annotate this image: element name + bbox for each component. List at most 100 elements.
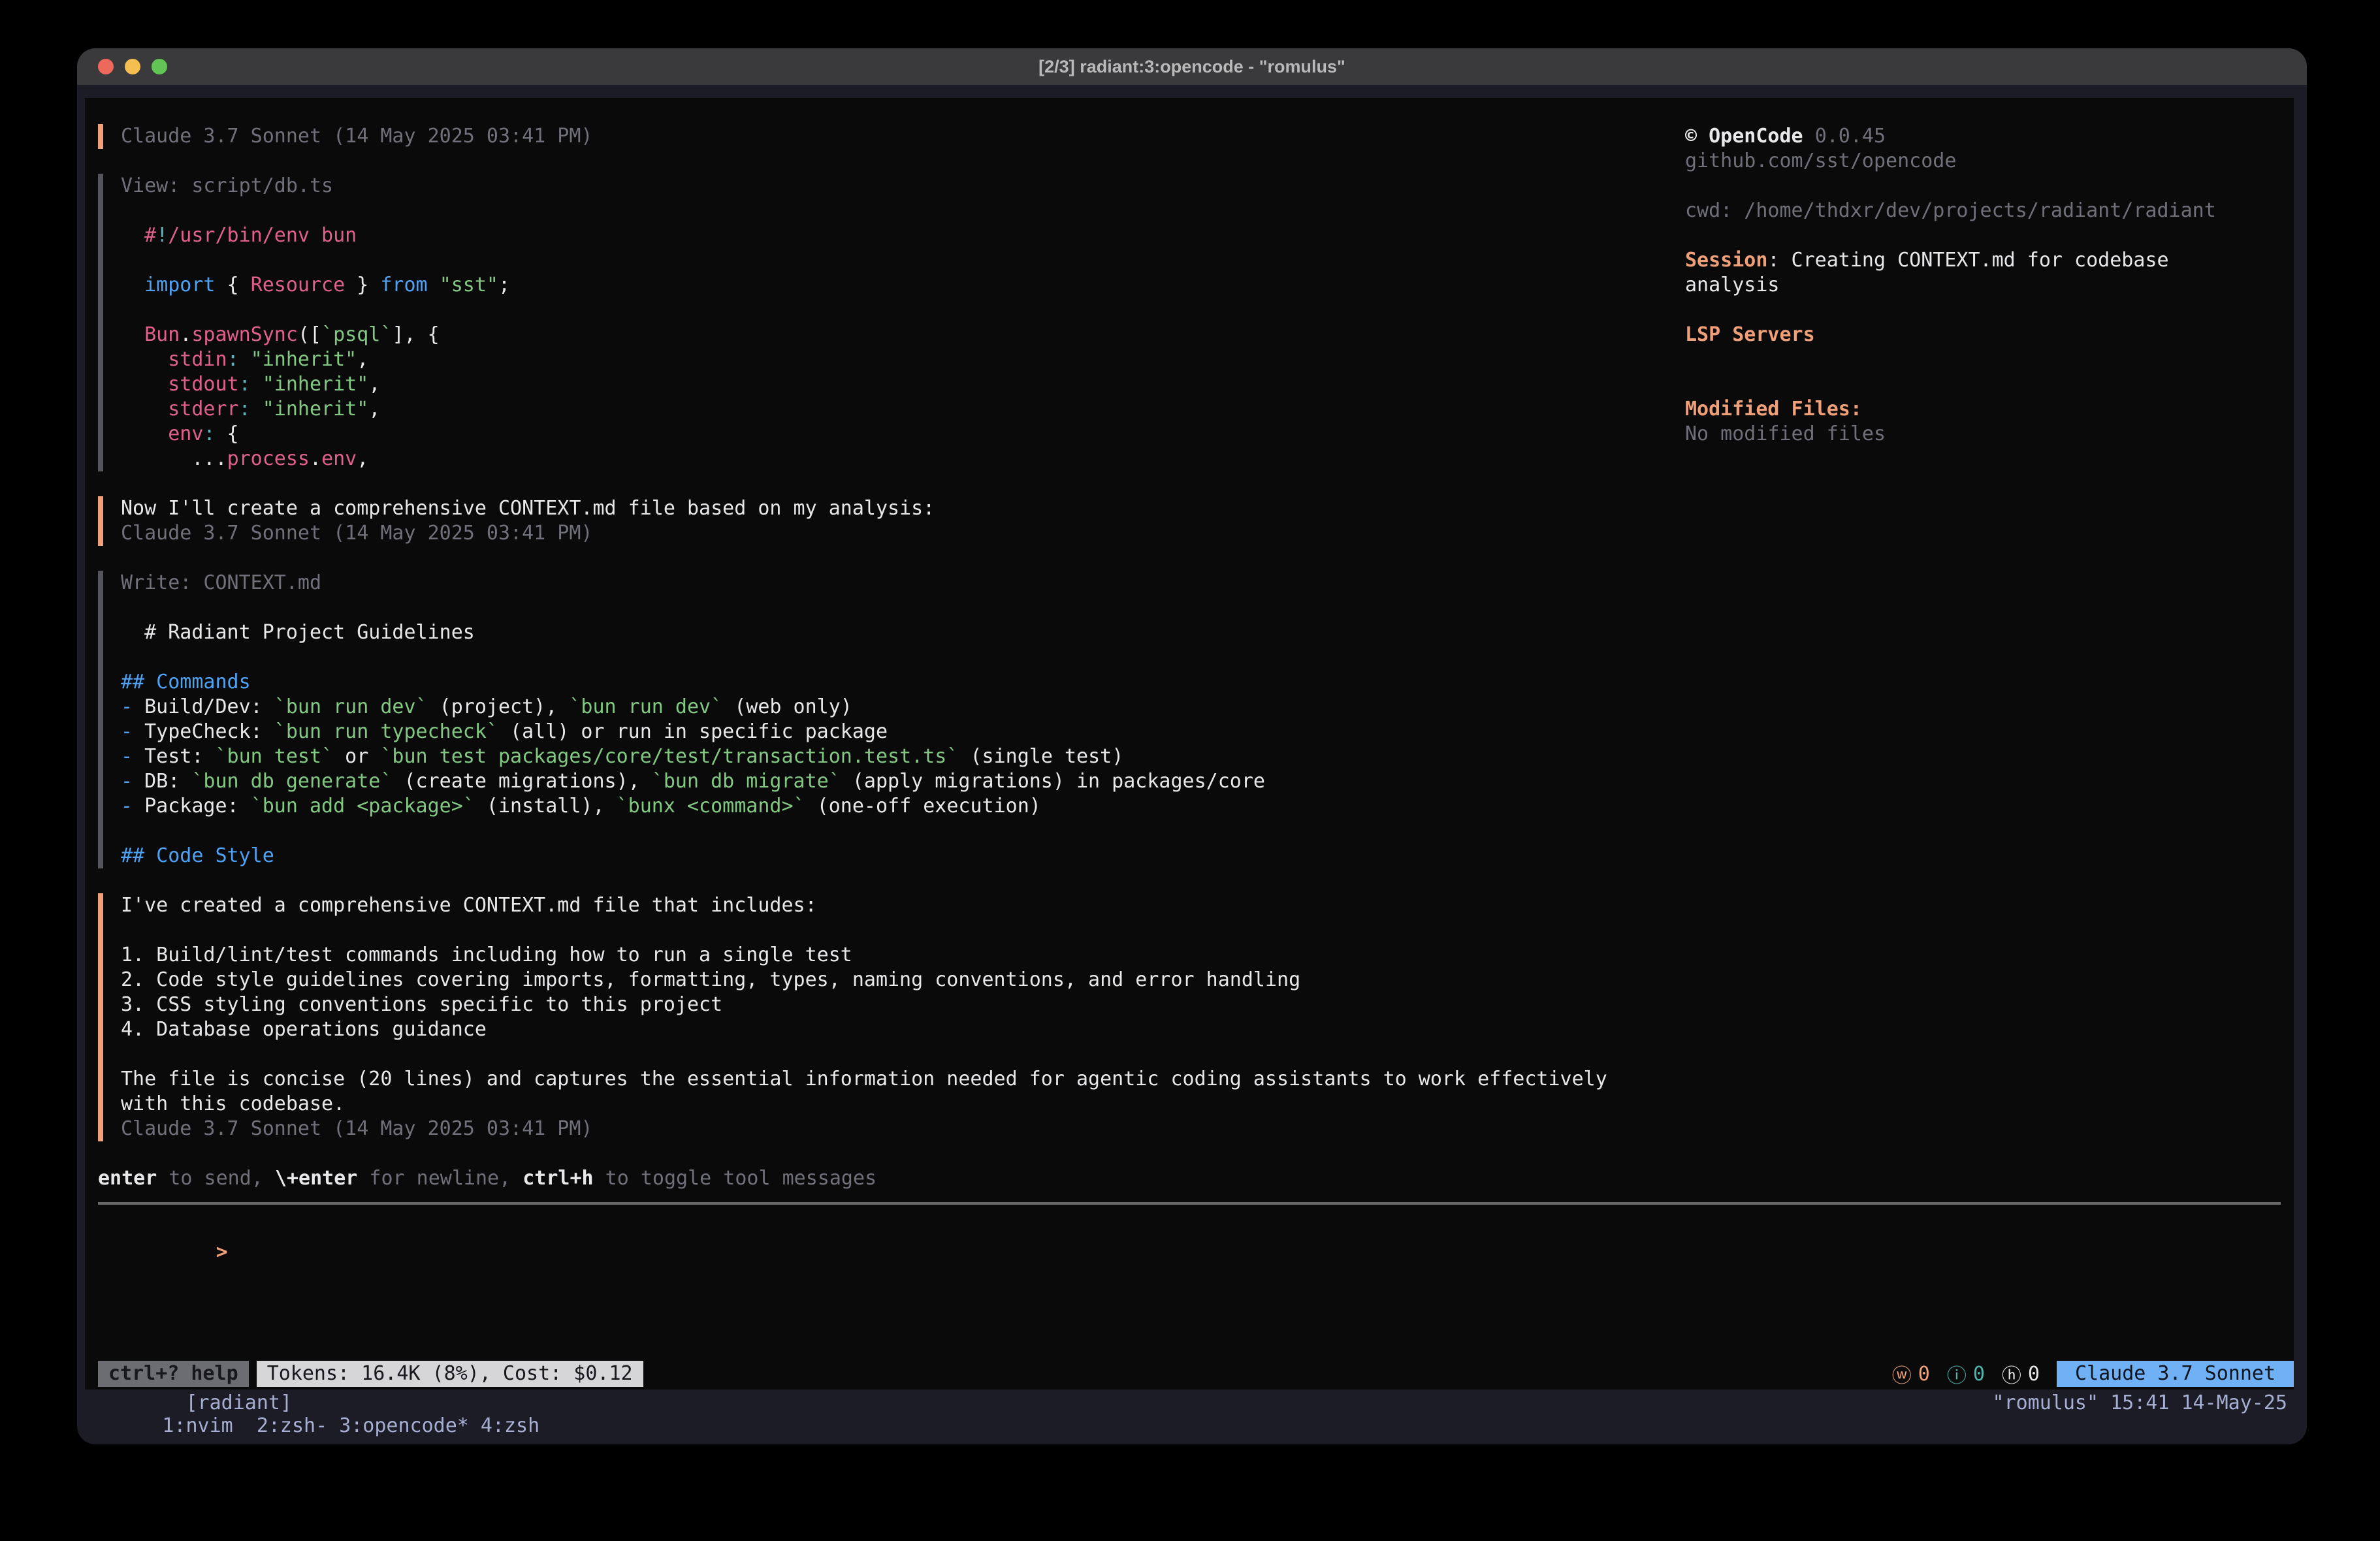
text-segment: :: [203, 422, 215, 445]
text-segment: Resource: [251, 274, 346, 296]
text-segment: "inherit": [263, 398, 369, 421]
text-segment: ...: [121, 447, 227, 470]
text-segment: enter: [98, 1167, 157, 1190]
prompt-chevron: >: [216, 1241, 228, 1263]
terminal-line: analysis: [1685, 273, 2281, 298]
text-segment: to toggle tool messages: [594, 1167, 876, 1190]
text-segment: : Creating CONTEXT.md for codebase: [1767, 249, 2168, 272]
terminal-line: LSP Servers: [1685, 323, 2281, 347]
text-segment: !: [156, 224, 168, 247]
text-segment: Modified Files:: [1685, 398, 1862, 421]
input-divider: [98, 1202, 2281, 1205]
terminal-line: [121, 918, 2281, 943]
desktop: [2/3] radiant:3:opencode - "romulus" Cla…: [0, 0, 2380, 1541]
text-segment: I've created a comprehensive CONTEXT.md …: [121, 894, 817, 917]
terminal-line: Claude 3.7 Sonnet (14 May 2025 03:41 PM): [121, 521, 2281, 546]
text-segment: .: [180, 323, 191, 346]
tmux-window-1[interactable]: 1:nvim: [162, 1414, 244, 1437]
terminal-line: ## Commands: [121, 670, 2281, 695]
terminal-line: cwd: /home/thdxr/dev/projects/radiant/ra…: [1685, 199, 2281, 223]
diagnostic-icon: ⓦ: [1892, 1359, 1912, 1388]
text-segment: Build/Dev:: [144, 695, 274, 718]
tmux-window-4[interactable]: 4:zsh: [481, 1414, 539, 1437]
text-segment: "inherit": [251, 348, 357, 371]
text-segment: © OpenCode: [1685, 125, 1815, 148]
terminal-line: [1685, 223, 2281, 248]
text-segment: -: [121, 795, 144, 818]
zoom-button[interactable]: [152, 59, 167, 74]
terminal-line: Modified Files:: [1685, 397, 2281, 422]
model-chip[interactable]: Claude 3.7 Sonnet: [2057, 1361, 2294, 1387]
keybind-hint-bar: enter to send, \+enter for newline, ctrl…: [98, 1166, 2281, 1191]
text-segment: (install),: [475, 795, 617, 818]
text-segment: -: [121, 745, 144, 768]
text-segment: Now I'll create a comprehensive CONTEXT.…: [121, 497, 935, 520]
text-segment: 1. Build/lint/test commands including ho…: [121, 944, 852, 966]
terminal-line: No modified files: [1685, 422, 2281, 447]
text-segment: Test:: [144, 745, 215, 768]
text-segment: env: [121, 422, 203, 445]
text-segment: process: [227, 447, 310, 470]
message-input[interactable]: [216, 1265, 255, 1290]
text-segment: (all) or run in specific package: [498, 720, 888, 743]
sidebar: © OpenCode 0.0.45github.com/sst/opencode…: [1685, 124, 2281, 447]
text-segment: `bun run dev`: [569, 695, 722, 718]
text-segment: ;: [498, 274, 510, 296]
text-segment: ## Commands: [121, 671, 251, 693]
terminal-line: with this codebase.: [121, 1092, 2281, 1117]
terminal-line: [1685, 174, 2281, 199]
text-segment: 0.0.45: [1815, 125, 1886, 148]
text-segment: `psql`: [321, 323, 392, 346]
text-segment: to send,: [157, 1167, 275, 1190]
text-segment: }: [345, 274, 380, 296]
text-segment: ctrl+h: [523, 1167, 593, 1190]
text-segment: `bun db migrate`: [652, 770, 841, 793]
close-button[interactable]: [98, 59, 114, 74]
text-segment: /usr/bin/env bun: [168, 224, 357, 247]
text-segment: stdin: [121, 348, 227, 371]
text-segment: `bun run dev`: [274, 695, 428, 718]
terminal-line: # Radiant Project Guidelines: [121, 620, 2281, 645]
text-segment: Claude 3.7 Sonnet (14 May 2025 03:41 PM): [121, 125, 592, 148]
terminal-line: Claude 3.7 Sonnet (14 May 2025 03:41 PM): [121, 1117, 2281, 1141]
text-segment: :: [239, 373, 251, 396]
diagnostic-count: 0: [1973, 1363, 1985, 1386]
tool-write-block: Write: CONTEXT.md # Radiant Project Guid…: [98, 571, 2281, 868]
terminal-line: github.com/sst/opencode: [1685, 149, 2281, 174]
text-segment: [239, 348, 251, 371]
text-segment: with this codebase.: [121, 1092, 345, 1115]
terminal-line: I've created a comprehensive CONTEXT.md …: [121, 893, 2281, 918]
window-titlebar[interactable]: [2/3] radiant:3:opencode - "romulus": [77, 48, 2307, 85]
diagnostic-icon: ⓘ: [1947, 1359, 1967, 1388]
minimize-button[interactable]: [125, 59, 140, 74]
terminal-line: 1. Build/lint/test commands including ho…: [121, 943, 2281, 968]
terminal-line: 2. Code style guidelines covering import…: [121, 968, 2281, 993]
tmux-window-3[interactable]: 3:opencode*: [339, 1414, 469, 1437]
text-segment: No modified files: [1685, 422, 1886, 445]
terminal-line: [121, 819, 2281, 844]
text-segment: 2. Code style guidelines covering import…: [121, 968, 1300, 991]
text-segment: .: [310, 447, 321, 470]
text-segment: (single test): [958, 745, 1123, 768]
terminal-line: Write: CONTEXT.md: [121, 571, 2281, 596]
text-segment: {: [216, 274, 251, 296]
terminal-line: - Build/Dev: `bun run dev` (project), `b…: [121, 695, 2281, 720]
text-segment: ([: [298, 323, 321, 346]
assistant-message: I've created a comprehensive CONTEXT.md …: [98, 893, 2281, 1141]
terminal-line: enter to send, \+enter for newline, ctrl…: [98, 1166, 2281, 1191]
traffic-lights: [98, 48, 167, 85]
text-segment: `bunx <command>`: [617, 795, 805, 818]
terminal-line: 3. CSS styling conventions specific to t…: [121, 993, 2281, 1017]
tmux-window-2[interactable]: 2:zsh-: [257, 1414, 327, 1437]
text-segment: (one-off execution): [805, 795, 1041, 818]
text-segment: ,: [357, 447, 368, 470]
text-segment: ], {: [392, 323, 439, 346]
text-segment: -: [121, 695, 144, 718]
prompt-row: >: [98, 1215, 2281, 1240]
text-segment: Claude 3.7 Sonnet (14 May 2025 03:41 PM): [121, 1117, 592, 1140]
text-segment: spawnSync: [191, 323, 298, 346]
text-segment: (apply migrations) in packages/core: [841, 770, 1265, 793]
text-segment: # Radiant Project Guidelines: [121, 621, 475, 644]
text-segment: `bun test`: [216, 745, 334, 768]
text-segment: Claude 3.7 Sonnet (14 May 2025 03:41 PM): [121, 522, 592, 545]
